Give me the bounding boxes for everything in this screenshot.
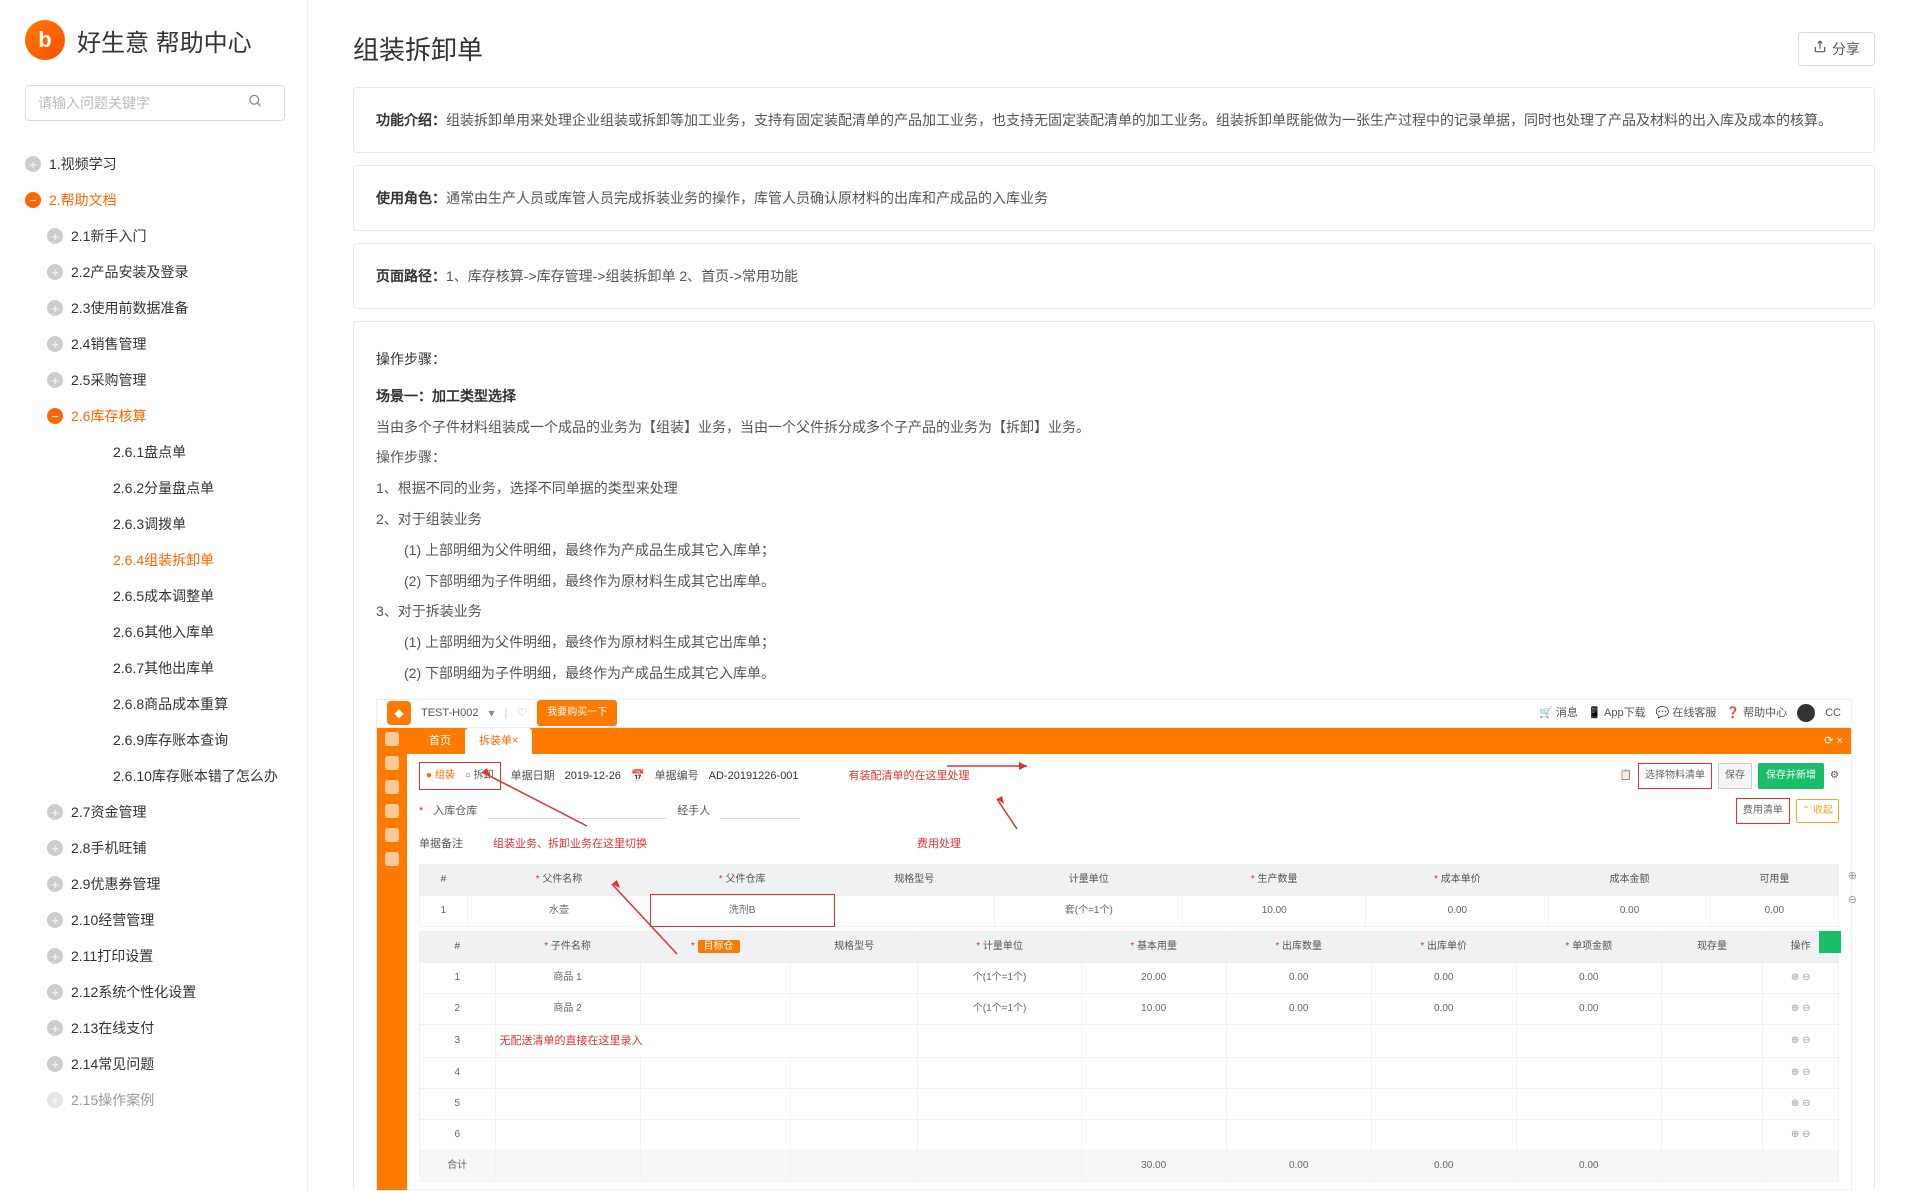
page-title: 组装拆卸单 (353, 30, 483, 67)
illus-annot4: 无配送清单的直接在这里录入 (500, 1035, 643, 1047)
nav-2-3[interactable]: 2.3使用前数据准备 (47, 290, 287, 326)
nav-2-11[interactable]: 2.11打印设置 (47, 938, 287, 974)
nav-2-10[interactable]: 2.10经营管理 (47, 902, 287, 938)
illus-topbar: ◆ TEST-H002 ▾ | ♡ 我要购买一下 🛒 消息 📱 App下载 💬 … (377, 700, 1851, 728)
nav-2-6-9[interactable]: 2.6.9库存账本查询 (91, 722, 287, 758)
nav-2-6-5[interactable]: 2.6.5成本调整单 (91, 578, 287, 614)
gear-icon: ⚙ (1830, 765, 1839, 787)
role-panel: 使用角色：通常由生产人员或库管人员完成拆装业务的操作，库管人员确认原材料的出库和… (353, 165, 1875, 231)
nav-2-1[interactable]: 2.1新手入门 (47, 218, 287, 254)
nav-docs[interactable]: 2.帮助文档 (25, 182, 287, 218)
nav-2-6-4[interactable]: 2.6.4组装拆卸单 (91, 542, 287, 578)
main-content: 组装拆卸单 分享 功能介绍：组装拆卸单用来处理企业组装或拆卸等加工业务，支持有固… (308, 0, 1920, 1191)
nav-2-5[interactable]: 2.5采购管理 (47, 362, 287, 398)
illus-buy-button: 我要购买一下 (537, 700, 617, 726)
illus-siderail (377, 728, 407, 1190)
sidebar: b 好生意 帮助中心 1.视频学习 2.帮助文档 2.1新手入门 2.2产品安装… (0, 0, 308, 1191)
illus-tabs: 首页 拆装单 × ⟳ × (407, 728, 1851, 754)
nav-2-2[interactable]: 2.2产品安装及登录 (47, 254, 287, 290)
nav-2-6-2[interactable]: 2.6.2分量盘点单 (91, 470, 287, 506)
search-icon[interactable] (248, 94, 263, 113)
search-input[interactable] (25, 85, 285, 121)
nav-video[interactable]: 1.视频学习 (25, 146, 287, 182)
calendar-icon: 📅 (631, 764, 645, 788)
illus-tab-doc: 拆装单 × (465, 728, 532, 754)
path-panel: 页面路径：1、库存核算->库存管理->组装拆卸单 2、首页->常用功能 (353, 243, 1875, 309)
logo-icon: b (25, 20, 65, 60)
nav-2-6-3[interactable]: 2.6.3调拨单 (91, 506, 287, 542)
steps-title: 操作步骤： (376, 344, 1852, 375)
screenshot-illustration: ◆ TEST-H002 ▾ | ♡ 我要购买一下 🛒 消息 📱 App下载 💬 … (376, 699, 1852, 1191)
steps-sub: 操作步骤： (376, 442, 1852, 473)
illus-brand-icon: ◆ (387, 701, 411, 725)
logo: b 好生意 帮助中心 (25, 20, 287, 60)
list-icon: 📋 (1620, 765, 1632, 787)
scene1-title: 场景一：加工类型选择 (376, 381, 1852, 412)
nav-2-6-8[interactable]: 2.6.8商品成本重算 (91, 686, 287, 722)
nav-2-12[interactable]: 2.12系统个性化设置 (47, 974, 287, 1010)
nav-2-6-6[interactable]: 2.6.6其他入库单 (91, 614, 287, 650)
illus-save-button: 保存 (1718, 763, 1752, 789)
search-box (25, 85, 287, 121)
site-name: 好生意 帮助中心 (77, 23, 252, 58)
step2a: (1) 上部明细为父件明细，最终作为产成品生成其它入库单； (376, 535, 1852, 566)
nav-2-15[interactable]: 2.15操作案例 (47, 1082, 287, 1118)
nav-2-7[interactable]: 2.7资金管理 (47, 794, 287, 830)
scene1-desc: 当由多个子件材料组装成一个成品的业务为【组装】业务，当由一个父件拆分成多个子产品… (376, 412, 1852, 443)
illus-tab-home: 首页 (415, 728, 465, 754)
illus-bom-button: 选择物料清单 (1638, 763, 1712, 789)
step2b: (2) 下部明细为子件明细，最终作为原材料生成其它出库单。 (376, 566, 1852, 597)
illus-type-toggle: ● 组装 ○ 拆卸 (419, 762, 501, 790)
illus-annot3: 费用处理 (917, 832, 961, 856)
nav-tree: 1.视频学习 2.帮助文档 2.1新手入门 2.2产品安装及登录 2.3使用前数… (25, 146, 287, 1118)
nav-2-13[interactable]: 2.13在线支付 (47, 1010, 287, 1046)
nav-2-6-1[interactable]: 2.6.1盘点单 (91, 434, 287, 470)
illus-help: ❓ 帮助中心 (1726, 701, 1787, 725)
step3b: (2) 下部明细为子件明细，最终作为产成品生成其它入库单。 (376, 658, 1852, 689)
avatar-icon (1797, 704, 1815, 722)
share-button[interactable]: 分享 (1798, 32, 1875, 66)
illus-child-table: #子件名称目标仓规格型号计量单位基本用量出库数量出库单价单项金额现存量操作 1商… (419, 931, 1839, 1182)
intro-panel: 功能介绍：组装拆卸单用来处理企业组装或拆卸等加工业务，支持有固定装配清单的产品加… (353, 87, 1875, 153)
illus-save-new-button: 保存并新增 (1758, 763, 1824, 789)
share-icon (1813, 40, 1827, 57)
nav-2-4[interactable]: 2.4销售管理 (47, 326, 287, 362)
illus-fee-button: 费用清单 (1736, 798, 1790, 824)
step3: 3、对于拆装业务 (376, 596, 1852, 627)
expand-icon (1819, 931, 1841, 953)
plus-icon (25, 156, 41, 172)
nav-2-9[interactable]: 2.9优惠券管理 (47, 866, 287, 902)
illus-annot1: 有装配清单的在这里处理 (849, 764, 970, 788)
illus-parent-table: #父件名称父件仓库规格型号计量单位生产数量成本单价成本金额可用量 1水壶洗剂B套… (419, 864, 1839, 927)
nav-2-6-10[interactable]: 2.6.10库存账本错了怎么办 (91, 758, 287, 794)
steps-block: 操作步骤： 场景一：加工类型选择 当由多个子件材料组装成一个成品的业务为【组装】… (376, 344, 1852, 1191)
nav-2-6-7[interactable]: 2.6.7其他出库单 (91, 650, 287, 686)
illus-collapse-button: ⌃ 收起 (1796, 799, 1839, 823)
step3a: (1) 上部明细为父件明细，最终作为原材料生成其它出库单； (376, 627, 1852, 658)
minus-icon (25, 192, 41, 208)
nav-2-14[interactable]: 2.14常见问题 (47, 1046, 287, 1082)
nav-2-8[interactable]: 2.8手机旺铺 (47, 830, 287, 866)
nav-2-6[interactable]: 2.6库存核算 (47, 398, 287, 434)
illus-app: 📱 App下载 (1588, 701, 1646, 725)
step1: 1、根据不同的业务，选择不同单据的类型来处理 (376, 473, 1852, 504)
chevron-down-icon: ▾ (488, 700, 494, 726)
step2: 2、对于组装业务 (376, 504, 1852, 535)
illus-msg: 🛒 消息 (1539, 701, 1578, 725)
bell-icon: ♡ (517, 701, 527, 725)
illus-cs: 💬 在线客服 (1656, 701, 1717, 725)
illus-annot2: 组装业务、拆卸业务在这里切换 (493, 832, 647, 856)
